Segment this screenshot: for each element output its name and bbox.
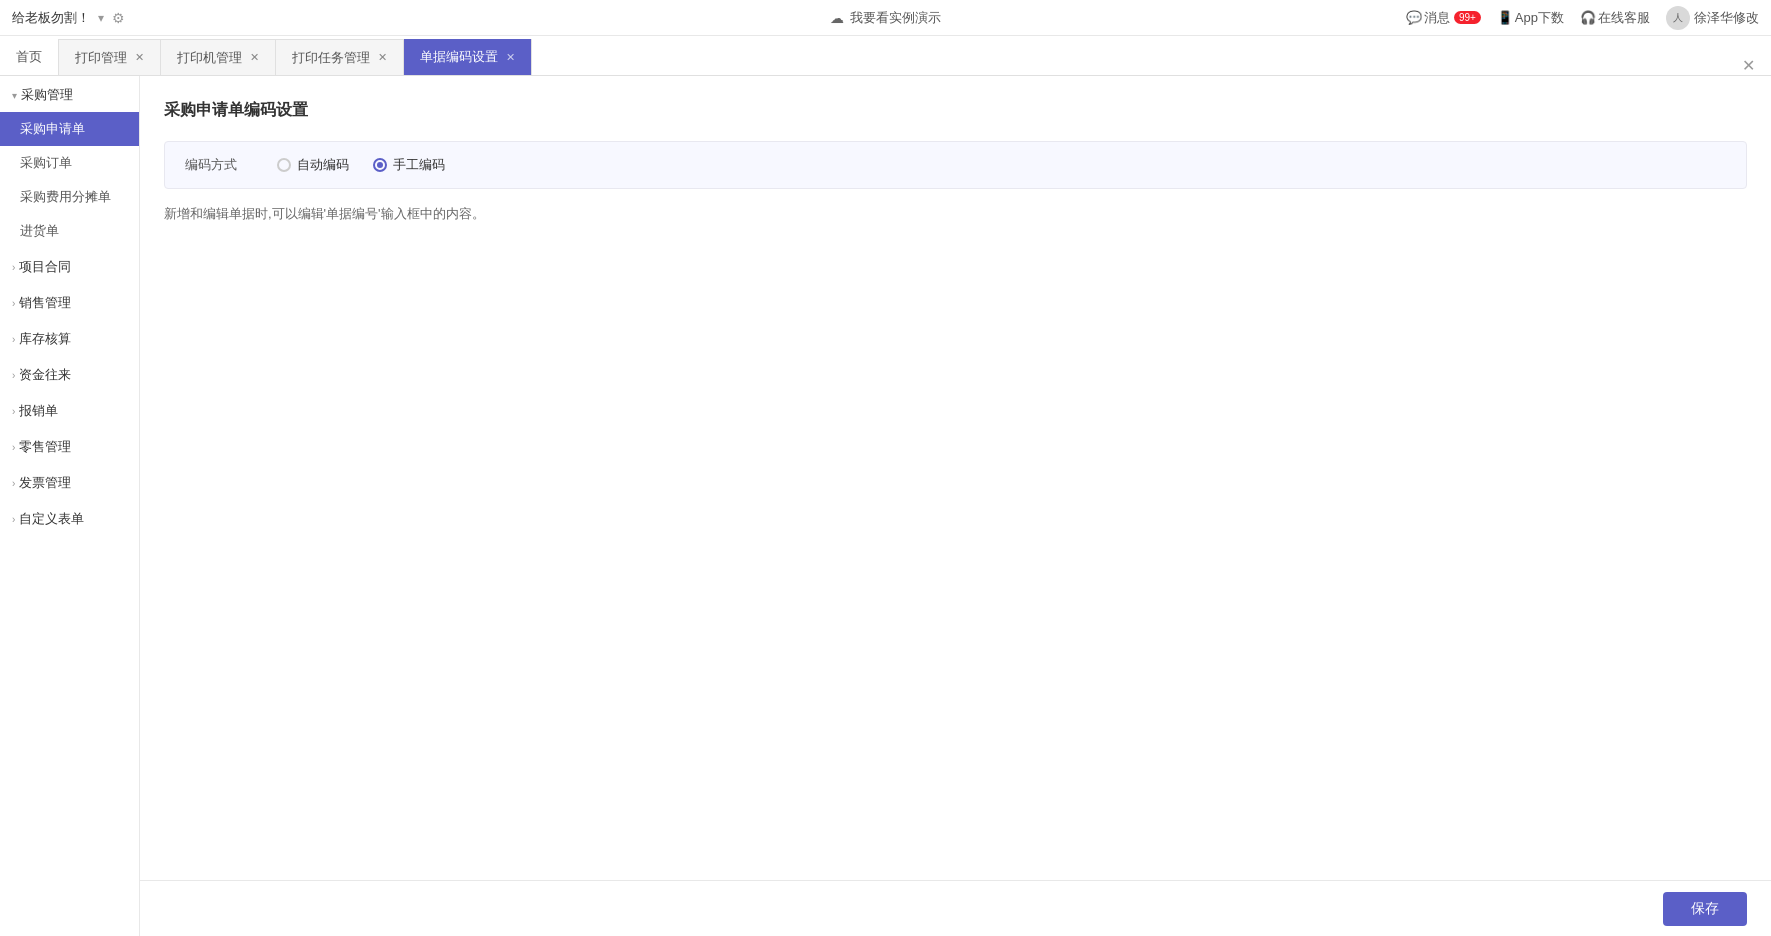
tab-print-task[interactable]: 打印任务管理 ✕ <box>276 39 404 75</box>
gear-icon[interactable]: ⚙ <box>112 10 125 26</box>
avatar: 人 <box>1666 6 1690 30</box>
sidebar-item-purchase-order-label: 采购订单 <box>20 155 72 170</box>
sidebar-group-purchase-label: 采购管理 <box>21 86 73 104</box>
tab-print-task-label: 打印任务管理 <box>292 49 370 67</box>
sidebar-group-sales-label: 销售管理 <box>19 294 71 312</box>
app-download-button[interactable]: 📱 App下数 <box>1497 9 1564 27</box>
sidebar-item-stock-in-label: 进货单 <box>20 223 59 238</box>
chevron-down-icon[interactable]: ▾ <box>98 11 104 25</box>
tab-printer-mgmt-close[interactable]: ✕ <box>250 51 259 64</box>
chevron-right-icon: › <box>12 478 15 489</box>
radio-manual[interactable]: 手工编码 <box>373 156 445 174</box>
sidebar-group-invoice-title[interactable]: › 发票管理 <box>0 464 139 500</box>
tab-bar-global-close[interactable]: ✕ <box>1726 56 1771 75</box>
tab-print-task-close[interactable]: ✕ <box>378 51 387 64</box>
tab-bar: 首页 打印管理 ✕ 打印机管理 ✕ 打印任务管理 ✕ 单据编码设置 ✕ ✕ <box>0 36 1771 76</box>
main-layout: ▾ 采购管理 采购申请单 采购订单 采购费用分摊单 进货单 › 项目合同 <box>0 76 1771 936</box>
chevron-right-icon: › <box>12 514 15 525</box>
sidebar-group-purchase-title[interactable]: ▾ 采购管理 <box>0 76 139 112</box>
message-badge: 99+ <box>1454 11 1481 24</box>
content-body: 采购申请单编码设置 编码方式 自动编码 手工编码 新增和编辑单据时,可以编辑'单… <box>140 76 1771 880</box>
sidebar-group-capital: › 资金往来 <box>0 356 139 392</box>
tab-single-code[interactable]: 单据编码设置 ✕ <box>404 39 532 75</box>
sidebar-group-inventory-title[interactable]: › 库存核算 <box>0 320 139 356</box>
sidebar-item-stock-in[interactable]: 进货单 <box>0 214 139 248</box>
sidebar-group-custom-title[interactable]: › 自定义表单 <box>0 500 139 536</box>
sidebar-group-invoice-label: 发票管理 <box>19 474 71 492</box>
online-service-button[interactable]: 🎧 在线客服 <box>1580 9 1650 27</box>
sidebar-group-project-title[interactable]: › 项目合同 <box>0 248 139 284</box>
page-title: 采购申请单编码设置 <box>164 100 1747 121</box>
sidebar-item-purchase-expense[interactable]: 采购费用分摊单 <box>0 180 139 214</box>
sidebar-item-purchase-expense-label: 采购费用分摊单 <box>20 189 111 204</box>
app-label: App下数 <box>1515 9 1564 27</box>
message-label: 消息 <box>1424 9 1450 27</box>
top-bar-right: 💬 消息 99+ 📱 App下数 🎧 在线客服 人 徐泽华修改 <box>1406 6 1759 30</box>
sidebar: ▾ 采购管理 采购申请单 采购订单 采购费用分摊单 进货单 › 项目合同 <box>0 76 140 936</box>
description-text: 新增和编辑单据时,可以编辑'单据编号'输入框中的内容。 <box>164 205 1747 223</box>
sidebar-item-purchase-request[interactable]: 采购申请单 <box>0 112 139 146</box>
tab-single-code-label: 单据编码设置 <box>420 48 498 66</box>
chevron-down-icon: ▾ <box>12 90 17 101</box>
sidebar-group-returns: › 报销单 <box>0 392 139 428</box>
chevron-right-icon: › <box>12 298 15 309</box>
message-button[interactable]: 💬 消息 99+ <box>1406 9 1481 27</box>
center-text[interactable]: 我要看实例演示 <box>850 9 941 27</box>
sidebar-group-capital-label: 资金往来 <box>19 366 71 384</box>
sidebar-group-sales-title[interactable]: › 销售管理 <box>0 284 139 320</box>
sidebar-group-custom-label: 自定义表单 <box>19 510 84 528</box>
sidebar-group-project: › 项目合同 <box>0 248 139 284</box>
tab-print-mgmt-label: 打印管理 <box>75 49 127 67</box>
cloud-icon: ☁ <box>830 10 844 26</box>
save-button[interactable]: 保存 <box>1663 892 1747 926</box>
message-icon: 💬 <box>1406 10 1422 25</box>
content-area: 采购申请单编码设置 编码方式 自动编码 手工编码 新增和编辑单据时,可以编辑'单… <box>140 76 1771 936</box>
headset-icon: 🎧 <box>1580 10 1596 25</box>
app-icon: 📱 <box>1497 10 1513 25</box>
top-bar-center: ☁ 我要看实例演示 <box>830 9 941 27</box>
radio-auto-circle <box>277 158 291 172</box>
sidebar-group-inventory-label: 库存核算 <box>19 330 71 348</box>
radio-auto-label: 自动编码 <box>297 156 349 174</box>
tab-printer-mgmt[interactable]: 打印机管理 ✕ <box>161 39 276 75</box>
sidebar-group-sales: › 销售管理 <box>0 284 139 320</box>
user-name: 徐泽华修改 <box>1694 9 1759 27</box>
sidebar-group-retail-label: 零售管理 <box>19 438 71 456</box>
sidebar-group-returns-label: 报销单 <box>19 402 58 420</box>
encode-section: 编码方式 自动编码 手工编码 <box>164 141 1747 189</box>
user-menu[interactable]: 人 徐泽华修改 <box>1666 6 1759 30</box>
top-bar: 给老板勿割！ ▾ ⚙ ☁ 我要看实例演示 💬 消息 99+ 📱 App下数 🎧 … <box>0 0 1771 36</box>
sidebar-group-inventory: › 库存核算 <box>0 320 139 356</box>
chevron-right-icon: › <box>12 262 15 273</box>
sidebar-group-returns-title[interactable]: › 报销单 <box>0 392 139 428</box>
chevron-right-icon: › <box>12 442 15 453</box>
tab-print-mgmt-close[interactable]: ✕ <box>135 51 144 64</box>
radio-auto[interactable]: 自动编码 <box>277 156 349 174</box>
chevron-right-icon: › <box>12 370 15 381</box>
top-bar-left: 给老板勿割！ ▾ ⚙ <box>12 9 125 27</box>
sidebar-group-project-label: 项目合同 <box>19 258 71 276</box>
sidebar-group-purchase: ▾ 采购管理 采购申请单 采购订单 采购费用分摊单 进货单 <box>0 76 139 248</box>
tab-printer-mgmt-label: 打印机管理 <box>177 49 242 67</box>
app-title: 给老板勿割！ <box>12 9 90 27</box>
chevron-right-icon: › <box>12 334 15 345</box>
service-label: 在线客服 <box>1598 9 1650 27</box>
sidebar-group-invoice: › 发票管理 <box>0 464 139 500</box>
tab-home-label: 首页 <box>16 48 42 66</box>
sidebar-group-retail-title[interactable]: › 零售管理 <box>0 428 139 464</box>
tab-home[interactable]: 首页 <box>0 39 59 75</box>
sidebar-group-retail: › 零售管理 <box>0 428 139 464</box>
radio-manual-circle <box>373 158 387 172</box>
chevron-right-icon: › <box>12 406 15 417</box>
sidebar-group-custom: › 自定义表单 <box>0 500 139 536</box>
sidebar-item-purchase-order[interactable]: 采购订单 <box>0 146 139 180</box>
content-footer: 保存 <box>140 880 1771 936</box>
tab-single-code-close[interactable]: ✕ <box>506 51 515 64</box>
radio-manual-label: 手工编码 <box>393 156 445 174</box>
tab-print-mgmt[interactable]: 打印管理 ✕ <box>59 39 161 75</box>
sidebar-item-purchase-request-label: 采购申请单 <box>20 121 85 136</box>
radio-group: 自动编码 手工编码 <box>277 156 445 174</box>
encode-label: 编码方式 <box>185 156 237 174</box>
sidebar-group-capital-title[interactable]: › 资金往来 <box>0 356 139 392</box>
